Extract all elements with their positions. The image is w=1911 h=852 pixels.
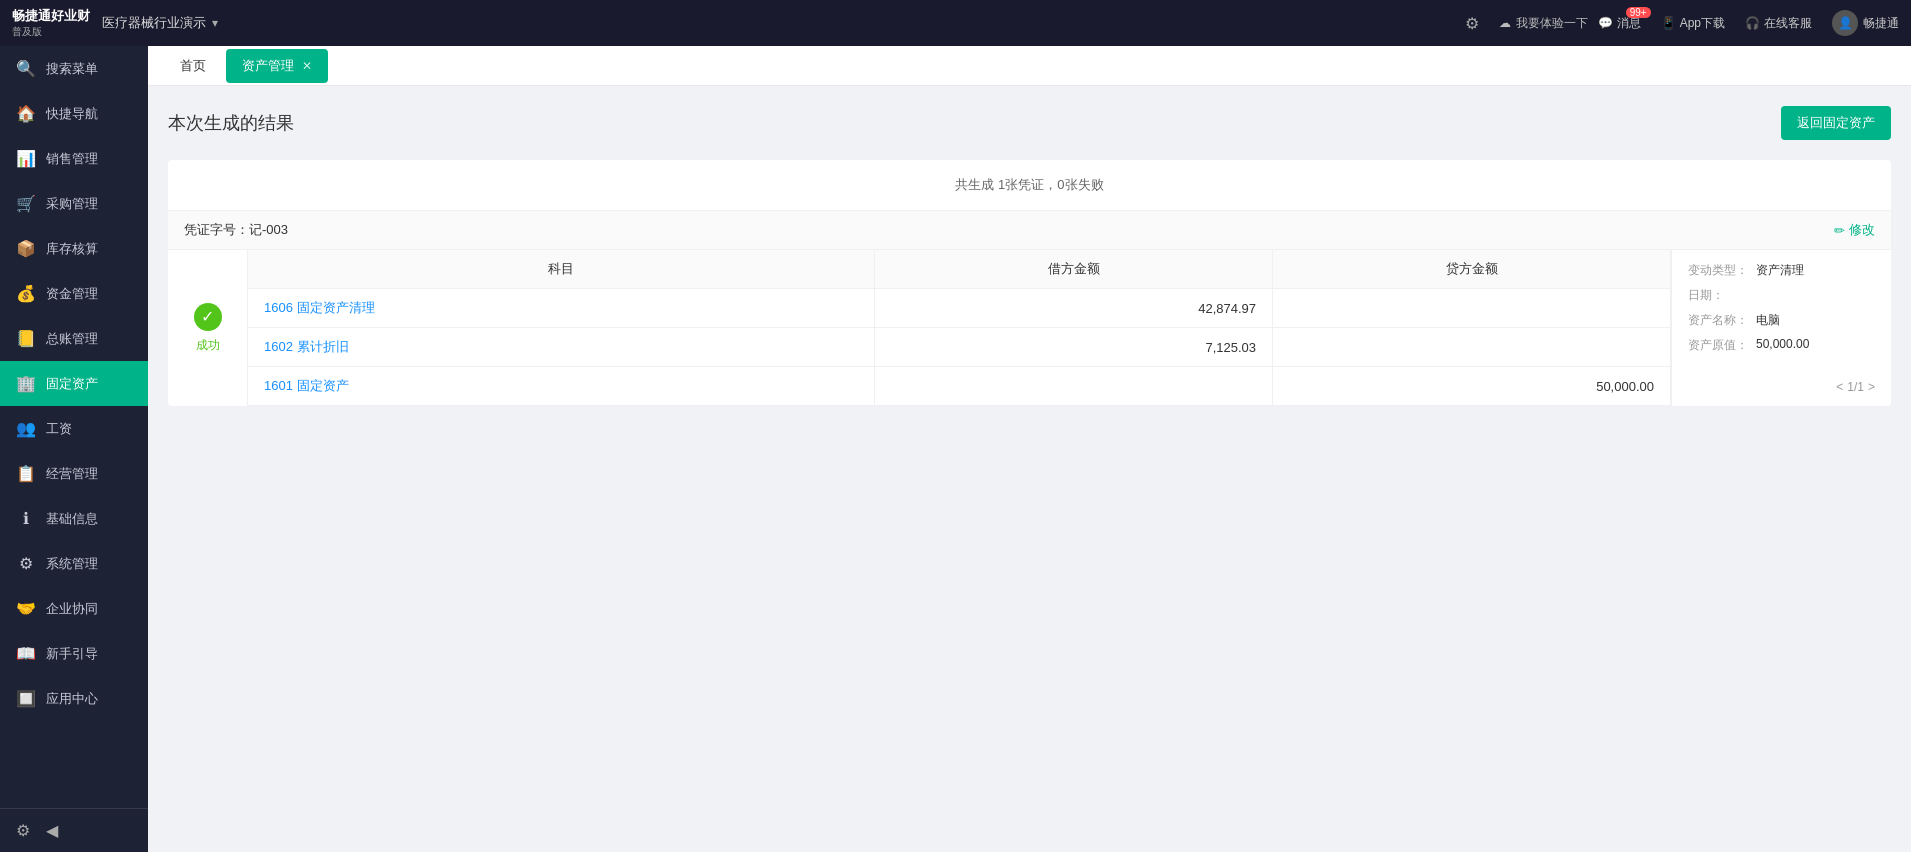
- messages-button[interactable]: 💬 消息 99+: [1598, 15, 1641, 32]
- sidebar-item-quick-nav[interactable]: 🏠 快捷导航: [0, 91, 148, 136]
- row3-credit: 50,000.00: [1273, 367, 1671, 406]
- user-menu[interactable]: 👤 畅捷通: [1832, 10, 1899, 36]
- finance-icon: 💰: [16, 284, 36, 303]
- building-icon: 🏢: [16, 374, 36, 393]
- topbar: 畅捷通好业财 普及版 医疗器械行业演示 ▾ ⚙ ☁ 我要体验一下 💬 消息 99…: [0, 0, 1911, 46]
- topbar-gear-icon[interactable]: ⚙: [1465, 14, 1479, 33]
- voucher-edit-button[interactable]: ✏ 修改: [1834, 221, 1875, 239]
- settings-bottom-icon[interactable]: ⚙: [16, 821, 30, 840]
- payroll-icon: 👥: [16, 419, 36, 438]
- check-icon: ✓: [194, 303, 222, 331]
- company-selector[interactable]: 医疗器械行业演示 ▾: [102, 14, 1455, 32]
- voucher-table-area: 科目 借方金额 贷方金额 1606 固定资产清理 42,874.97: [248, 250, 1671, 406]
- sidebar-item-sales[interactable]: 📊 销售管理: [0, 136, 148, 181]
- tab-assets[interactable]: 资产管理 ✕: [226, 49, 328, 83]
- voucher-header: 凭证字号：记-003 ✏ 修改: [168, 211, 1891, 250]
- page-indicator: 1/1: [1847, 380, 1864, 394]
- result-panel: 共生成 1张凭证，0张失败 凭证字号：记-003 ✏ 修改 ✓: [168, 160, 1891, 406]
- cloud-icon: ☁: [1499, 16, 1511, 30]
- result-summary: 共生成 1张凭证，0张失败: [168, 160, 1891, 211]
- table-row: 1601 固定资产 50,000.00: [248, 367, 1671, 406]
- prev-page-button[interactable]: <: [1836, 380, 1843, 394]
- sidebar-item-inventory[interactable]: 📦 库存核算: [0, 226, 148, 271]
- return-button[interactable]: 返回固定资产: [1781, 106, 1891, 140]
- col-subject: 科目: [248, 250, 875, 289]
- page-content: 本次生成的结果 返回固定资产 共生成 1张凭证，0张失败 凭证字号：记-003 …: [148, 86, 1911, 852]
- original-value-row: 资产原值： 50,000.00: [1688, 337, 1875, 354]
- app-center-icon: 🔲: [16, 689, 36, 708]
- sidebar-bottom: ⚙ ◀: [0, 808, 148, 852]
- app-download-button[interactable]: 📱 App下载: [1661, 15, 1725, 32]
- tab-home[interactable]: 首页: [164, 49, 222, 83]
- trial-button[interactable]: ☁ 我要体验一下: [1499, 15, 1588, 32]
- avatar: 👤: [1832, 10, 1858, 36]
- row2-debit: 7,125.03: [875, 328, 1273, 367]
- date-row: 日期：: [1688, 287, 1875, 304]
- tab-close-icon[interactable]: ✕: [302, 59, 312, 73]
- system-icon: ⚙: [16, 554, 36, 573]
- pagination: < 1/1 >: [1688, 380, 1875, 394]
- tab-bar: 首页 资产管理 ✕: [148, 46, 1911, 86]
- row1-subject: 1606 固定资产清理: [248, 289, 875, 328]
- company-dropdown-icon: ▾: [212, 16, 218, 30]
- sidebar-item-operations[interactable]: 📋 经营管理: [0, 451, 148, 496]
- page-title: 本次生成的结果: [168, 111, 294, 135]
- row1-debit: 42,874.97: [875, 289, 1273, 328]
- sidebar-item-fixed-assets[interactable]: 🏢 固定资产: [0, 361, 148, 406]
- sidebar-item-purchase[interactable]: 🛒 采购管理: [0, 181, 148, 226]
- row2-credit: [1273, 328, 1671, 367]
- purchase-icon: 🛒: [16, 194, 36, 213]
- search-icon: 🔍: [16, 59, 36, 78]
- row2-subject: 1602 累计折旧: [248, 328, 875, 367]
- message-icon: 💬: [1598, 16, 1613, 30]
- sidebar-item-ledger[interactable]: 📒 总账管理: [0, 316, 148, 361]
- voucher-table: 科目 借方金额 贷方金额 1606 固定资产清理 42,874.97: [248, 250, 1671, 406]
- voucher-number: 凭证字号：记-003: [184, 221, 288, 239]
- online-service-button[interactable]: 🎧 在线客服: [1745, 15, 1812, 32]
- voucher-block: 凭证字号：记-003 ✏ 修改 ✓ 成功: [168, 211, 1891, 406]
- col-credit: 贷方金额: [1273, 250, 1671, 289]
- app-logo: 畅捷通好业财 普及版: [12, 8, 92, 38]
- ledger-icon: 📒: [16, 329, 36, 348]
- sidebar-item-system[interactable]: ⚙ 系统管理: [0, 541, 148, 586]
- home-icon: 🏠: [16, 104, 36, 123]
- row1-credit: [1273, 289, 1671, 328]
- side-panel: 变动类型： 资产清理 日期： 资产名称： 电脑: [1671, 250, 1891, 406]
- sidebar-item-finance[interactable]: 💰 资金管理: [0, 271, 148, 316]
- success-text: 成功: [196, 337, 220, 354]
- main-layout: 🔍 搜索菜单 🏠 快捷导航 📊 销售管理 🛒 采购管理 📦 库存核算 💰 资金管…: [0, 46, 1911, 852]
- operations-icon: 📋: [16, 464, 36, 483]
- sidebar-item-guide[interactable]: 📖 新手引导: [0, 631, 148, 676]
- sidebar-item-enterprise[interactable]: 🤝 企业协同: [0, 586, 148, 631]
- change-type-row: 变动类型： 资产清理: [1688, 262, 1875, 279]
- download-icon: 📱: [1661, 16, 1676, 30]
- voucher-content: ✓ 成功 科目 借方金额 贷方金额: [168, 250, 1891, 406]
- info-icon: ℹ: [16, 509, 36, 528]
- next-page-button[interactable]: >: [1868, 380, 1875, 394]
- sidebar-item-basic-info[interactable]: ℹ 基础信息: [0, 496, 148, 541]
- edit-icon: ✏: [1834, 223, 1845, 238]
- table-row: 1602 累计折旧 7,125.03: [248, 328, 1671, 367]
- enterprise-icon: 🤝: [16, 599, 36, 618]
- success-indicator: ✓ 成功: [168, 250, 248, 406]
- page-header: 本次生成的结果 返回固定资产: [168, 106, 1891, 140]
- sidebar-item-app-center[interactable]: 🔲 应用中心: [0, 676, 148, 721]
- sidebar: 🔍 搜索菜单 🏠 快捷导航 📊 销售管理 🛒 采购管理 📦 库存核算 💰 资金管…: [0, 46, 148, 852]
- sidebar-item-search[interactable]: 🔍 搜索菜单: [0, 46, 148, 91]
- headset-icon: 🎧: [1745, 16, 1760, 30]
- guide-icon: 📖: [16, 644, 36, 663]
- inventory-icon: 📦: [16, 239, 36, 258]
- row3-debit: [875, 367, 1273, 406]
- topbar-actions: 💬 消息 99+ 📱 App下载 🎧 在线客服 👤 畅捷通: [1598, 10, 1899, 36]
- table-row: 1606 固定资产清理 42,874.97: [248, 289, 1671, 328]
- col-debit: 借方金额: [875, 250, 1273, 289]
- content-area: 首页 资产管理 ✕ 本次生成的结果 返回固定资产 共生成 1张凭证，0张失败 凭…: [148, 46, 1911, 852]
- row3-subject: 1601 固定资产: [248, 367, 875, 406]
- collapse-icon[interactable]: ◀: [46, 821, 58, 840]
- sidebar-item-payroll[interactable]: 👥 工资: [0, 406, 148, 451]
- asset-name-row: 资产名称： 电脑: [1688, 312, 1875, 329]
- sales-icon: 📊: [16, 149, 36, 168]
